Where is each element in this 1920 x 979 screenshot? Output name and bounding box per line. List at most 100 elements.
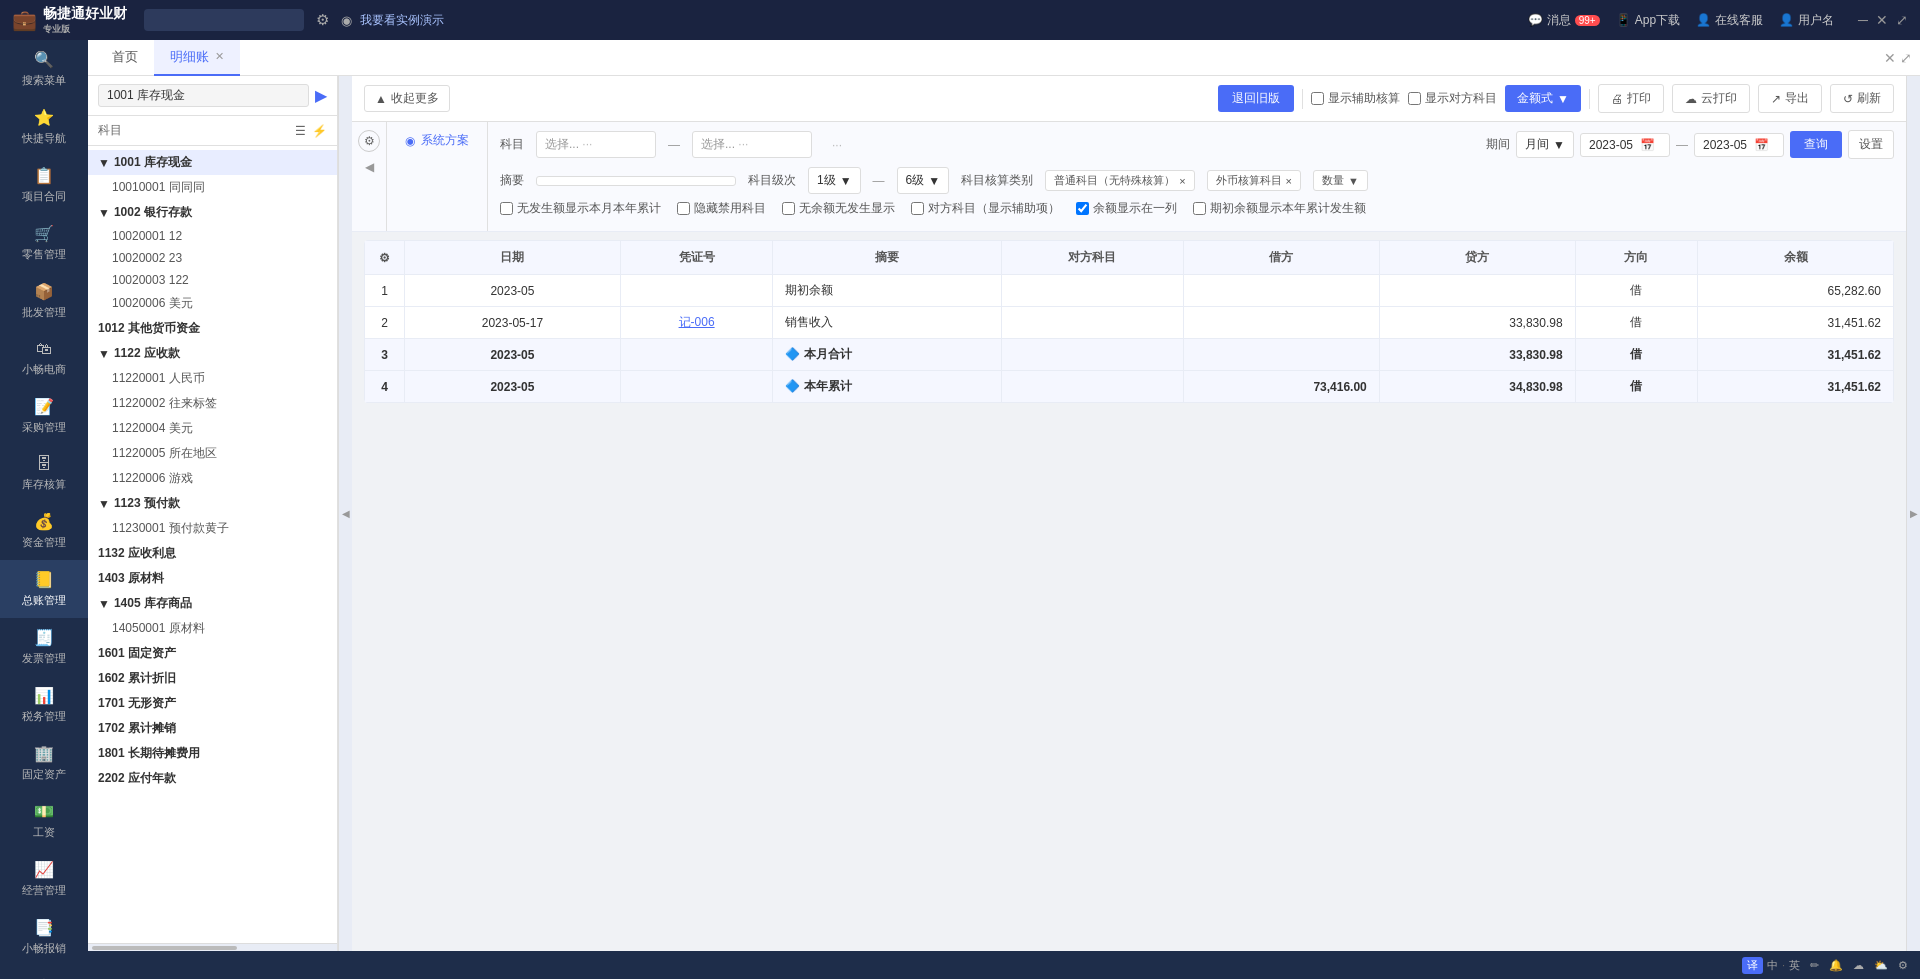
show-contra-checkbox[interactable]	[1408, 92, 1421, 105]
settings-icon[interactable]: ⚙	[316, 11, 329, 29]
filter-tag-quantity[interactable]: 数量 ▼	[1313, 170, 1368, 191]
sidebar-item-quicknav[interactable]: ⭐ 快捷导航	[0, 98, 88, 156]
print-button[interactable]: 🖨 打印	[1598, 84, 1664, 113]
settings-query-button[interactable]: 设置	[1848, 130, 1894, 159]
tree-item-11220002[interactable]: 11220002 往来标签	[88, 391, 337, 416]
period-start-input[interactable]: 2023-05 📅	[1580, 133, 1670, 157]
filter-toggle-icon[interactable]: ◀	[358, 156, 380, 178]
tree-item-1405[interactable]: ▼ 1405 库存商品	[88, 591, 337, 616]
online-service-button[interactable]: 👤 在线客服	[1696, 12, 1763, 29]
cell-voucher-2[interactable]: 记-006	[620, 307, 772, 339]
nav-arrow-icon[interactable]: ▶	[315, 86, 327, 105]
list-icon[interactable]: ☰	[295, 124, 306, 138]
tree-item-11220004[interactable]: 11220004 美元	[88, 416, 337, 441]
tree-item-11220005[interactable]: 11220005 所在地区	[88, 441, 337, 466]
sidebar-item-purchase[interactable]: 📝 采购管理	[0, 387, 88, 445]
sidebar-item-project[interactable]: 📋 项目合同	[0, 156, 88, 214]
filter-tag-normal[interactable]: 普通科目（无特殊核算） ×	[1045, 170, 1194, 191]
filter-settings-icon[interactable]: ⚙	[358, 130, 380, 152]
status-bar-translate[interactable]: 译 中 · 英	[1742, 957, 1800, 974]
tree-item-1702[interactable]: 1702 累计摊销	[88, 716, 337, 741]
col-settings-icon[interactable]: ⚙	[379, 251, 390, 265]
sidebar-item-ecom[interactable]: 🛍 小畅电商	[0, 330, 88, 387]
tree-item-1403[interactable]: 1403 原材料	[88, 566, 337, 591]
subject-start-input[interactable]: 选择... ···	[536, 131, 656, 158]
tree-item-1012[interactable]: 1012 其他货币资金	[88, 316, 337, 341]
hide-disabled-checkbox-label[interactable]: 隐藏禁用科目	[677, 200, 766, 217]
year-bal-checkbox[interactable]	[1193, 202, 1206, 215]
level-end-select[interactable]: 6级 ▼	[897, 167, 950, 194]
tree-item-1002[interactable]: ▼ 1002 银行存款	[88, 200, 337, 225]
status-bar-bell[interactable]: 🔔	[1829, 959, 1843, 972]
message-button[interactable]: 💬 消息 99+	[1528, 12, 1600, 29]
right-panel-collapse[interactable]: ▶	[1906, 76, 1920, 951]
no-balance-checkbox-label[interactable]: 无发生额显示本月本年累计	[500, 200, 661, 217]
sidebar-item-invoice[interactable]: 🧾 发票管理	[0, 618, 88, 676]
tree-item-1122[interactable]: ▼ 1122 应收款	[88, 341, 337, 366]
tab-detail[interactable]: 明细账 ✕	[154, 40, 240, 76]
top-search-input[interactable]	[144, 9, 304, 31]
tree-item-2202[interactable]: 2202 应付年款	[88, 766, 337, 791]
show-aux-checkbox[interactable]	[1311, 92, 1324, 105]
subject-end-input[interactable]: 选择... ···	[692, 131, 812, 158]
filter-icon[interactable]: ⚡	[312, 124, 327, 138]
left-panel-collapse-handle[interactable]: ◀	[338, 76, 352, 951]
contra-checkbox-label[interactable]: 对方科目（显示辅助项）	[911, 200, 1060, 217]
amount-format-button[interactable]: 金额式 ▼	[1505, 85, 1581, 112]
tree-item-10020002[interactable]: 10020002 23	[88, 247, 337, 269]
tree-item-10020006[interactable]: 10020006 美元	[88, 291, 337, 316]
export-button[interactable]: ↗ 导出	[1758, 84, 1822, 113]
status-bar-settings[interactable]: ⚙	[1898, 959, 1908, 972]
tree-item-1602[interactable]: 1602 累计折旧	[88, 666, 337, 691]
contra-checkbox[interactable]	[911, 202, 924, 215]
status-bar-edit[interactable]: ✏	[1810, 959, 1819, 972]
tab-close-detail[interactable]: ✕	[215, 50, 224, 63]
demo-link[interactable]: 我要看实例演示	[360, 12, 444, 29]
filter-tag-foreign[interactable]: 外币核算科目 ×	[1207, 170, 1301, 191]
tree-item-10020001[interactable]: 10020001 12	[88, 225, 337, 247]
sidebar-item-search[interactable]: 🔍 搜索菜单	[0, 40, 88, 98]
tree-item-11230001[interactable]: 11230001 预付款黄子	[88, 516, 337, 541]
sidebar-item-wholesale[interactable]: 📦 批发管理	[0, 272, 88, 330]
sidebar-item-finance[interactable]: 💰 资金管理	[0, 502, 88, 560]
left-panel-scrollbar[interactable]	[88, 943, 337, 951]
minimize-button[interactable]: ─	[1858, 12, 1868, 28]
period-end-input[interactable]: 2023-05 📅	[1694, 133, 1784, 157]
sidebar-item-assets[interactable]: 🏢 固定资产	[0, 734, 88, 792]
tree-item-1123[interactable]: ▼ 1123 预付款	[88, 491, 337, 516]
system-scheme-item[interactable]: ◉ 系统方案	[397, 128, 477, 153]
app-download-button[interactable]: 📱 App下载	[1616, 12, 1680, 29]
tab-expand[interactable]: ⤢	[1900, 50, 1912, 66]
expand-button[interactable]: ⤢	[1896, 12, 1908, 28]
tree-item-11220001[interactable]: 11220001 人民币	[88, 366, 337, 391]
query-button[interactable]: 查询	[1790, 131, 1842, 158]
tree-item-1001[interactable]: ▼ 1001 库存现金	[88, 150, 337, 175]
sidebar-item-sales-report[interactable]: 📑 小畅报销	[0, 908, 88, 966]
sidebar-item-retail[interactable]: 🛒 零售管理	[0, 214, 88, 272]
tag-close-foreign[interactable]: ×	[1286, 175, 1292, 187]
year-bal-checkbox-label[interactable]: 期初余额显示本年累计发生额	[1193, 200, 1366, 217]
tab-close-all[interactable]: ✕	[1884, 50, 1896, 66]
cloud-print-button[interactable]: ☁ 云打印	[1672, 84, 1750, 113]
tag-close-quantity[interactable]: ▼	[1348, 175, 1359, 187]
level-start-select[interactable]: 1级 ▼	[808, 167, 861, 194]
tree-item-10020003[interactable]: 10020003 122	[88, 269, 337, 291]
period-type-select[interactable]: 月间 ▼	[1516, 131, 1574, 158]
no-balance2-checkbox[interactable]	[782, 202, 795, 215]
sidebar-item-ledger[interactable]: 📒 总账管理	[0, 560, 88, 618]
sidebar-item-inventory[interactable]: 🗄 库存核算	[0, 445, 88, 502]
user-avatar[interactable]: 👤 用户名	[1779, 12, 1834, 29]
sidebar-item-tax[interactable]: 📊 税务管理	[0, 676, 88, 734]
summary-input[interactable]	[536, 176, 736, 186]
back-old-button[interactable]: 退回旧版	[1218, 85, 1294, 112]
single-col-checkbox[interactable]	[1076, 202, 1089, 215]
show-aux-checkbox-label[interactable]: 显示辅助核算	[1311, 90, 1400, 107]
status-bar-cloud2[interactable]: ⛅	[1874, 959, 1888, 972]
expand-filter-button[interactable]: ▲ 收起更多	[364, 85, 450, 112]
sidebar-item-salary[interactable]: 💵 工资	[0, 792, 88, 850]
tree-item-10010001[interactable]: 10010001 同同同	[88, 175, 337, 200]
no-balance-checkbox[interactable]	[500, 202, 513, 215]
sidebar-item-ops[interactable]: 📈 经营管理	[0, 850, 88, 908]
single-col-checkbox-label[interactable]: 余额显示在一列	[1076, 200, 1177, 217]
hide-disabled-checkbox[interactable]	[677, 202, 690, 215]
